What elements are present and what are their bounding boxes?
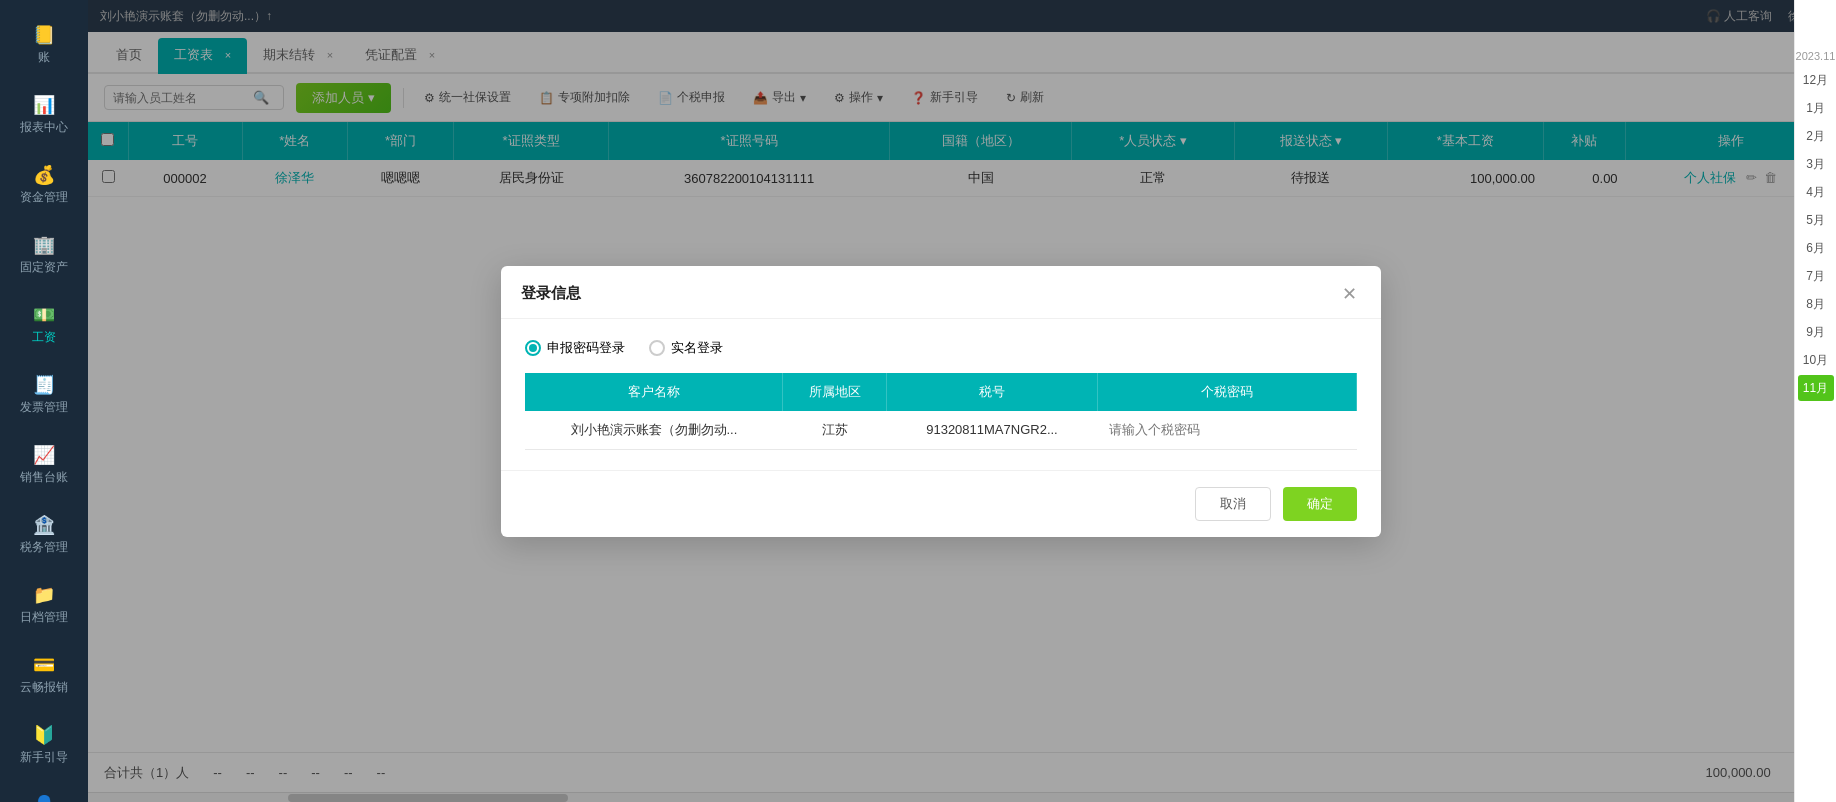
inner-col-region: 所属地区 — [783, 373, 887, 411]
radio-unchecked-circle — [649, 340, 665, 356]
calendar-dec[interactable]: 12月 — [1798, 67, 1834, 93]
radio-password-login[interactable]: 申报密码登录 — [525, 339, 625, 357]
tax-icon: 🏦 — [0, 514, 88, 536]
inner-col-name: 客户名称 — [525, 373, 783, 411]
fixed-icon: 🏢 — [0, 234, 88, 256]
inner-col-password: 个税密码 — [1097, 373, 1356, 411]
password-field[interactable] — [1109, 422, 1344, 437]
login-row-password-input[interactable] — [1097, 411, 1356, 450]
invoice-icon: 🧾 — [0, 374, 88, 396]
file-icon: 📁 — [0, 584, 88, 606]
sidebar-item-sales[interactable]: 📈 销售台账 — [0, 430, 88, 500]
modal-overlay: 登录信息 ✕ 申报密码登录 实名登录 — [88, 0, 1794, 802]
modal-body: 申报密码登录 实名登录 客户名称 所属地区 税号 个税密码 — [501, 319, 1381, 470]
sidebar-item-file[interactable]: 📁 日档管理 — [0, 570, 88, 640]
login-table-row: 刘小艳演示账套（勿删勿动... 江苏 91320811MA7NGR2... — [525, 411, 1357, 450]
calendar-jul[interactable]: 7月 — [1798, 263, 1834, 289]
guide-icon: 🔰 — [0, 724, 88, 746]
modal-footer: 取消 确定 — [501, 470, 1381, 537]
member-icon: 👤 — [0, 794, 88, 802]
cancel-button[interactable]: 取消 — [1195, 487, 1271, 521]
sidebar-item-expense[interactable]: 💳 云畅报销 — [0, 640, 88, 710]
calendar-oct[interactable]: 10月 — [1798, 347, 1834, 373]
sidebar-item-fund[interactable]: 💰 资金管理 — [0, 150, 88, 220]
modal-close-button[interactable]: ✕ — [1337, 282, 1361, 306]
sidebar-item-tax[interactable]: 🏦 税务管理 — [0, 500, 88, 570]
sales-icon: 📈 — [0, 444, 88, 466]
sidebar-item-guide[interactable]: 🔰 新手引导 — [0, 710, 88, 780]
sidebar-item-member[interactable]: 👤 会员 — [0, 780, 88, 802]
modal-header: 登录信息 ✕ — [501, 266, 1381, 319]
report-icon: 📊 — [0, 94, 88, 116]
expense-icon: 💳 — [0, 654, 88, 676]
calendar-jan[interactable]: 1月 — [1798, 95, 1834, 121]
sidebar-item-fixed[interactable]: 🏢 固定资产 — [0, 220, 88, 290]
sidebar-item-account[interactable]: 📒 账 — [0, 10, 88, 80]
calendar-strip: 2023.11 12月 1月 2月 3月 4月 5月 6月 7月 8月 9月 1… — [1794, 0, 1836, 802]
confirm-button[interactable]: 确定 — [1283, 487, 1357, 521]
radio-realname-login[interactable]: 实名登录 — [649, 339, 723, 357]
login-modal: 登录信息 ✕ 申报密码登录 实名登录 — [501, 266, 1381, 537]
calendar-jun[interactable]: 6月 — [1798, 235, 1834, 261]
sidebar: 📒 账 📊 报表中心 💰 资金管理 🏢 固定资产 💵 工资 🧾 发票管理 📈 销… — [0, 0, 88, 802]
sidebar-item-salary[interactable]: 💵 工资 — [0, 290, 88, 360]
radio-group: 申报密码登录 实名登录 — [525, 339, 1357, 357]
sidebar-item-report[interactable]: 📊 报表中心 — [0, 80, 88, 150]
sidebar-item-invoice[interactable]: 🧾 发票管理 — [0, 360, 88, 430]
modal-title: 登录信息 — [521, 284, 581, 303]
calendar-aug[interactable]: 8月 — [1798, 291, 1834, 317]
login-table: 客户名称 所属地区 税号 个税密码 刘小艳演示账套（勿删勿动... 江苏 913… — [525, 373, 1357, 450]
salary-icon: 💵 — [0, 304, 88, 326]
calendar-mar[interactable]: 3月 — [1798, 151, 1834, 177]
radio-checked-circle — [525, 340, 541, 356]
calendar-apr[interactable]: 4月 — [1798, 179, 1834, 205]
calendar-year: 2023.11 — [1796, 50, 1836, 62]
calendar-feb[interactable]: 2月 — [1798, 123, 1834, 149]
inner-col-taxno: 税号 — [887, 373, 1097, 411]
login-row-taxno: 91320811MA7NGR2... — [887, 411, 1097, 450]
login-row-name: 刘小艳演示账套（勿删勿动... — [525, 411, 783, 450]
login-row-region: 江苏 — [783, 411, 887, 450]
radio-dot — [529, 344, 537, 352]
calendar-may[interactable]: 5月 — [1798, 207, 1834, 233]
calendar-nov[interactable]: 11月 — [1798, 375, 1834, 401]
fund-icon: 💰 — [0, 164, 88, 186]
calendar-sep[interactable]: 9月 — [1798, 319, 1834, 345]
account-icon: 📒 — [0, 24, 88, 46]
